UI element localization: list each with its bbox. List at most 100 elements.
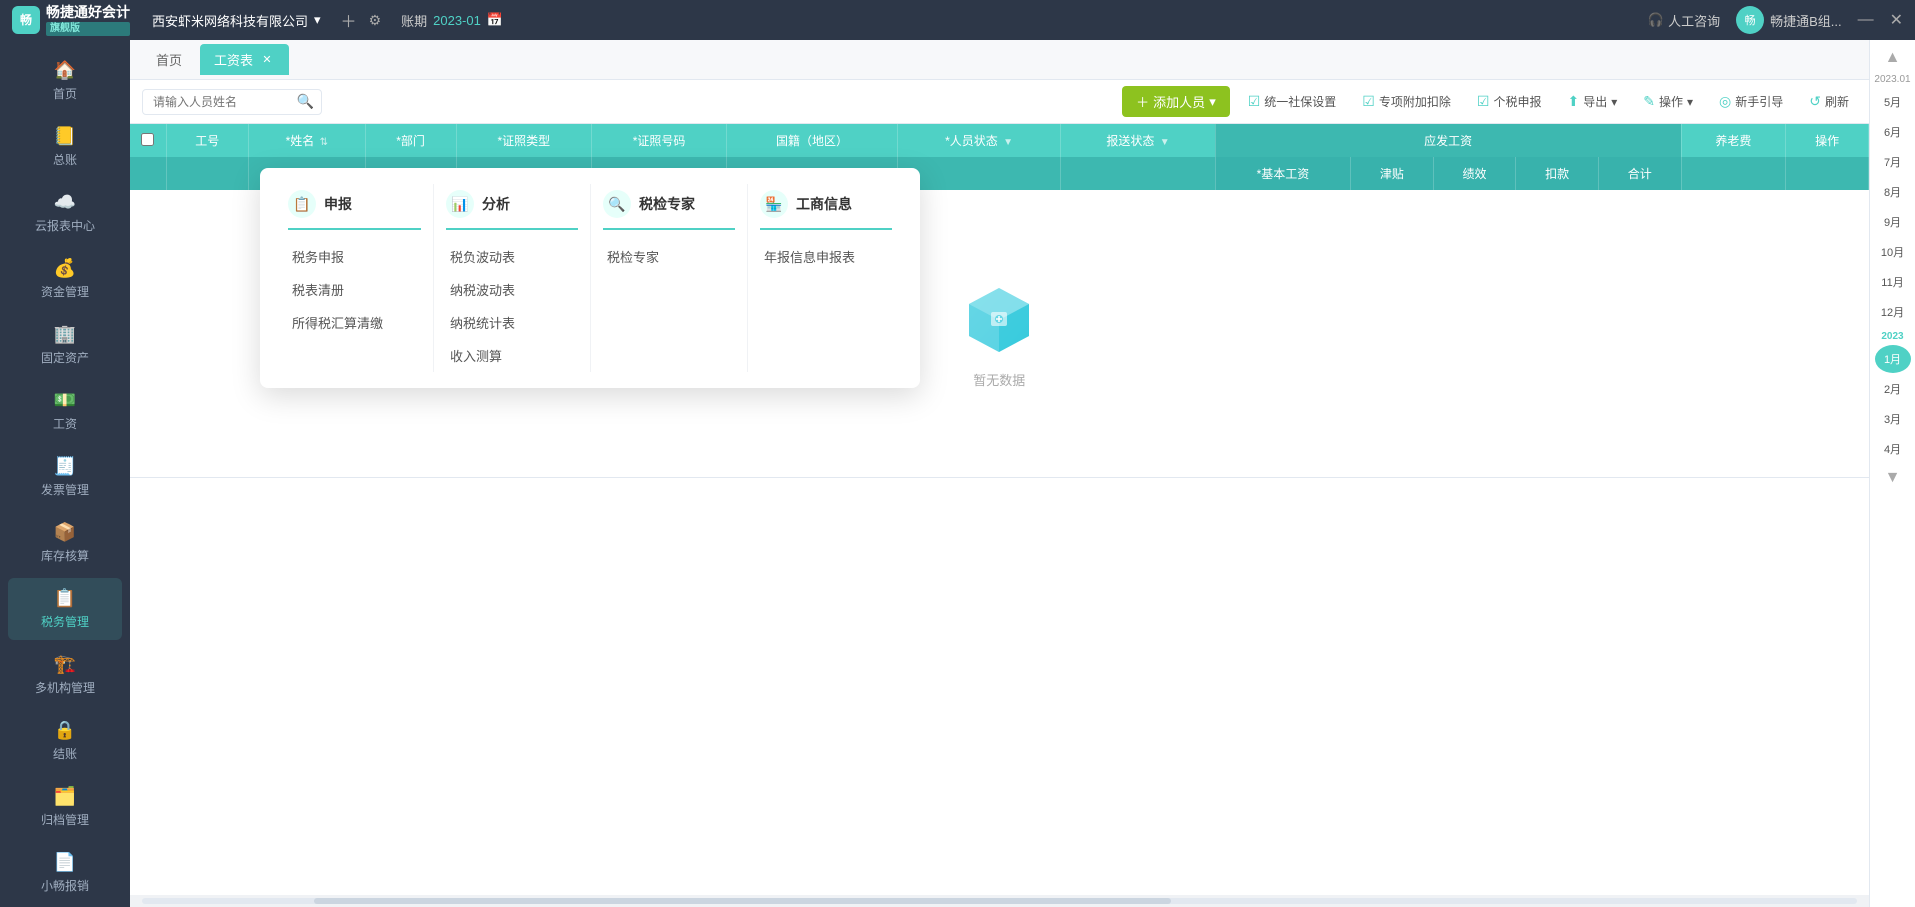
sidebar-label-inventory: 库存核算 <box>41 547 89 564</box>
header-should-pay: 应发工资 <box>1215 124 1681 157</box>
sub-checkbox <box>130 157 166 190</box>
select-all-checkbox[interactable] <box>141 133 154 146</box>
analysis-title: 分析 <box>482 194 510 214</box>
add-btn-label: 添加人员 <box>1153 92 1205 111</box>
service-label: 人工咨询 <box>1668 11 1720 30</box>
header-name: *姓名 ⇅ <box>249 124 365 157</box>
sidebar-item-home[interactable]: 🏠 首页 <box>8 50 122 112</box>
cal-month-12[interactable]: 12月 <box>1875 298 1911 326</box>
menu-item-tax-declare[interactable]: 税务申报 <box>288 240 421 273</box>
tab-close-btn[interactable]: ✕ <box>259 52 275 68</box>
new-guide-btn[interactable]: ◎ 新手引导 <box>1711 89 1791 114</box>
export-dropdown-icon: ▾ <box>1611 95 1617 109</box>
operate-dropdown-icon: ▾ <box>1687 95 1693 109</box>
sidebar-item-archive[interactable]: 🗂️ 归档管理 <box>8 776 122 838</box>
header-id-number: *证照号码 <box>591 124 726 157</box>
period-value: 2023-01 <box>433 13 481 28</box>
social-insurance-icon: ☑ <box>1248 93 1261 110</box>
sidebar-item-expense[interactable]: 📄 小畅报销 <box>8 842 122 904</box>
cal-month-2[interactable]: 2月 <box>1875 375 1911 403</box>
sidebar-label-expense: 小畅报销 <box>41 877 89 894</box>
menu-item-income-tax[interactable]: 所得税汇算清缴 <box>288 306 421 339</box>
sidebar-item-fund[interactable]: 💰 资金管理 <box>8 248 122 310</box>
menu-item-tax-stat[interactable]: 纳税统计表 <box>446 306 578 339</box>
company-settings-icon[interactable]: ⚙ <box>369 12 382 29</box>
sidebar-item-invoice[interactable]: 🧾 发票管理 <box>8 446 122 508</box>
social-insurance-btn[interactable]: ☑ 统一社保设置 <box>1240 89 1345 114</box>
export-btn[interactable]: ⬆ 导出 ▾ <box>1559 89 1625 114</box>
special-deduct-icon: ☑ <box>1362 93 1375 110</box>
add-company-btn[interactable]: ＋ <box>341 8 357 32</box>
sidebar-item-ledger[interactable]: 📒 总账 <box>8 116 122 178</box>
status-filter-icon[interactable]: ▼ <box>1003 137 1013 148</box>
calendar-icon[interactable]: 📅 <box>487 12 503 28</box>
refresh-btn[interactable]: ↺ 刷新 <box>1801 89 1857 114</box>
tab-home[interactable]: 首页 <box>142 44 196 75</box>
scrollbar-thumb[interactable] <box>314 898 1172 904</box>
cal-month-10[interactable]: 10月 <box>1875 238 1911 266</box>
refresh-icon: ↺ <box>1809 93 1821 110</box>
cal-month-3[interactable]: 3月 <box>1875 405 1911 433</box>
cal-month-9[interactable]: 9月 <box>1875 208 1911 236</box>
tab-salary-table[interactable]: 工资表 ✕ <box>200 44 289 75</box>
cal-month-8[interactable]: 8月 <box>1875 178 1911 206</box>
menu-section-header-shenbao: 📋 申报 <box>288 184 421 230</box>
menu-item-income-calc[interactable]: 收入测算 <box>446 339 578 372</box>
cal-nav-down[interactable]: ▼ <box>1879 464 1907 492</box>
empty-cube-icon <box>959 278 1039 358</box>
tab-home-label: 首页 <box>156 50 182 69</box>
menu-item-taxcheck[interactable]: 税检专家 <box>603 240 735 273</box>
user-area[interactable]: 畅 畅捷通B组... <box>1736 6 1842 34</box>
search-icon[interactable]: 🔍 <box>297 93 314 110</box>
name-sort-icon[interactable]: ⇅ <box>320 137 328 148</box>
sidebar-label-ledger: 总账 <box>53 151 77 168</box>
inventory-icon: 📦 <box>54 522 76 543</box>
header-person-status: *人员状态 ▼ <box>897 124 1060 157</box>
sidebar-label-cloud: 云报表中心 <box>35 217 95 234</box>
menu-item-tax-burden[interactable]: 税负波动表 <box>446 240 578 273</box>
menu-item-tax-payment[interactable]: 纳税波动表 <box>446 273 578 306</box>
menu-item-tax-table[interactable]: 税表清册 <box>288 273 421 306</box>
sub-allowance: 津贴 <box>1351 157 1434 190</box>
company-selector[interactable]: 西安虾米网络科技有限公司 ▾ <box>144 7 329 34</box>
cal-month-6[interactable]: 6月 <box>1875 118 1911 146</box>
sidebar-item-fixed-assets[interactable]: 🏢 固定资产 <box>8 314 122 376</box>
operate-btn[interactable]: ✎ 操作 ▾ <box>1635 89 1701 114</box>
period-area: 账期 2023-01 📅 <box>401 11 503 30</box>
sidebar-item-salary[interactable]: 💵 工资 <box>8 380 122 442</box>
tax-declare-btn[interactable]: ☑ 个税申报 <box>1469 89 1550 114</box>
special-deduct-btn[interactable]: ☑ 专项附加扣除 <box>1354 89 1459 114</box>
cal-month-5[interactable]: 5月 <box>1875 88 1911 116</box>
sidebar-item-cloud-report[interactable]: ☁️ 云报表中心 <box>8 182 122 244</box>
cal-nav-up[interactable]: ▲ <box>1879 44 1907 72</box>
user-name: 畅捷通B组... <box>1770 11 1842 30</box>
window-close-btn[interactable]: ✕ <box>1890 10 1903 30</box>
export-icon: ⬆ <box>1567 93 1579 110</box>
content-area: 首页 工资表 ✕ 🔍 ＋ 添加人员 ▾ ☑ 统一社保设置 <box>130 40 1869 907</box>
tax-declare-icon: ☑ <box>1477 93 1490 110</box>
cal-month-4[interactable]: 4月 <box>1875 435 1911 463</box>
report-filter-icon[interactable]: ▼ <box>1160 137 1170 148</box>
sidebar-item-inventory[interactable]: 📦 库存核算 <box>8 512 122 574</box>
sidebar-label-fixed-assets: 固定资产 <box>41 349 89 366</box>
sub-performance: 绩效 <box>1433 157 1516 190</box>
cal-month-7[interactable]: 7月 <box>1875 148 1911 176</box>
header-id-type: *证照类型 <box>456 124 591 157</box>
sidebar-item-close-period[interactable]: 🔒 结账 <box>8 710 122 772</box>
add-person-btn[interactable]: ＋ 添加人员 ▾ <box>1122 86 1230 117</box>
app-name: 畅捷通好会计 <box>46 4 130 21</box>
window-minimize-btn[interactable]: — <box>1858 11 1874 29</box>
refresh-label: 刷新 <box>1825 93 1849 110</box>
service-btn[interactable]: 🎧 人工咨询 <box>1648 11 1720 30</box>
sidebar-item-tax[interactable]: 📋 税务管理 <box>8 578 122 640</box>
search-input[interactable] <box>142 89 322 115</box>
cal-month-11[interactable]: 11月 <box>1875 268 1911 296</box>
tab-salary-label: 工资表 <box>214 50 253 69</box>
avatar: 畅 <box>1736 6 1764 34</box>
scrollbar-track[interactable] <box>142 898 1857 904</box>
cal-month-1-active[interactable]: 1月 <box>1875 345 1911 373</box>
menu-item-annual-report[interactable]: 年报信息申报表 <box>760 240 892 273</box>
top-header: 畅 畅捷通好会计 旗舰版 西安虾米网络科技有限公司 ▾ ＋ ⚙ 账期 2023-… <box>0 0 1915 40</box>
sidebar-item-multi-org[interactable]: 🏗️ 多机构管理 <box>8 644 122 706</box>
operate-label: 操作 <box>1659 93 1683 110</box>
